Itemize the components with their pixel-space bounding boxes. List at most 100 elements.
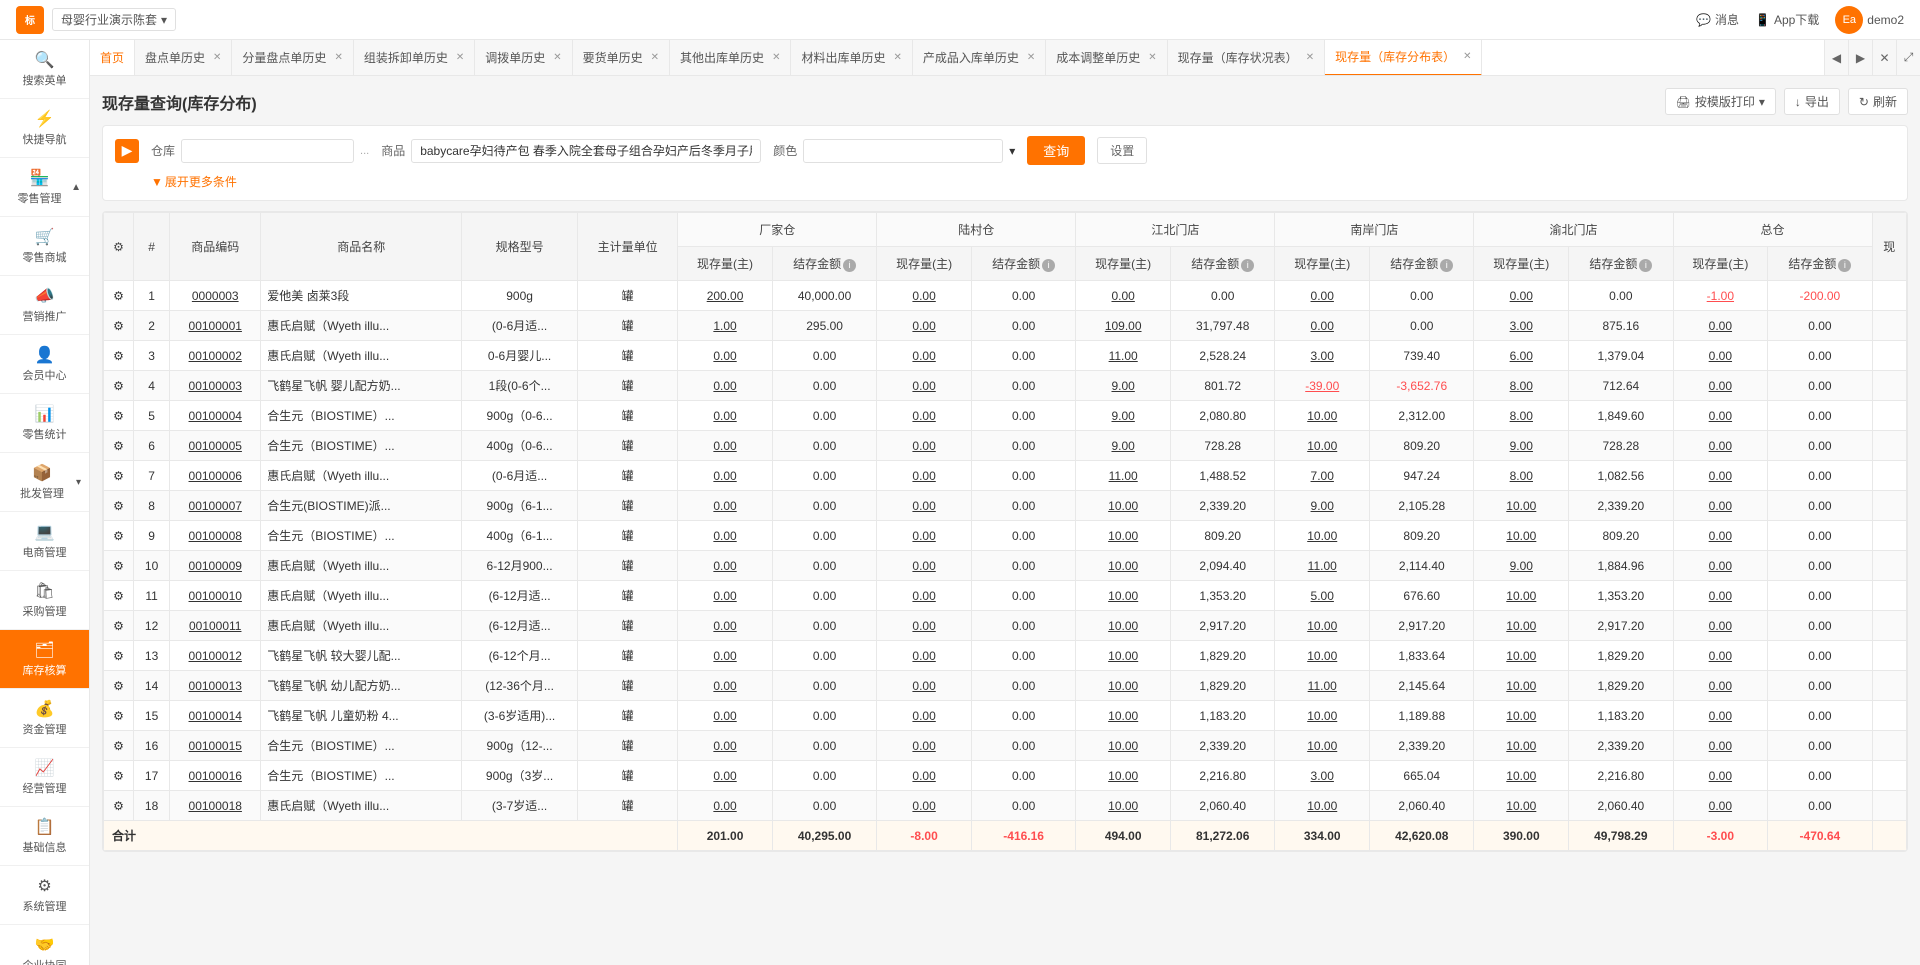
cell-jb-qty[interactable]: 10.00: [1076, 791, 1171, 821]
cell-jb-qty[interactable]: 10.00: [1076, 701, 1171, 731]
cell-lc-qty[interactable]: 0.00: [877, 701, 972, 731]
cell-na-qty[interactable]: 10.00: [1275, 701, 1370, 731]
cell-zc-qty[interactable]: 0.00: [1673, 491, 1768, 521]
cell-code[interactable]: 00100018: [170, 791, 261, 821]
tab-7[interactable]: 材料出库单历史 ✕: [791, 40, 912, 76]
cell-settings[interactable]: ⚙: [104, 371, 134, 401]
cell-code[interactable]: 00100001: [170, 311, 261, 341]
user-menu[interactable]: Ea demo2: [1835, 6, 1904, 34]
cell-code[interactable]: 00100004: [170, 401, 261, 431]
tab-2[interactable]: 分量盘点单历史 ✕: [232, 40, 353, 76]
cell-yb-qty[interactable]: 10.00: [1474, 611, 1569, 641]
lc-amt-info[interactable]: i: [1042, 259, 1055, 272]
cell-fj-qty[interactable]: 0.00: [678, 551, 773, 581]
cell-zc-qty[interactable]: 0.00: [1673, 791, 1768, 821]
tab-6[interactable]: 其他出库单历史 ✕: [670, 40, 791, 76]
cell-jb-qty[interactable]: 10.00: [1076, 731, 1171, 761]
cell-settings[interactable]: ⚙: [104, 461, 134, 491]
cell-na-qty[interactable]: 10.00: [1275, 611, 1370, 641]
cell-zc-qty[interactable]: 0.00: [1673, 431, 1768, 461]
app-download-btn[interactable]: 📱 App下载: [1755, 11, 1819, 28]
message-btn[interactable]: 💬 消息: [1696, 11, 1739, 28]
cell-code[interactable]: 00100002: [170, 341, 261, 371]
cell-zc-qty[interactable]: 0.00: [1673, 461, 1768, 491]
cell-zc-qty[interactable]: 0.00: [1673, 371, 1768, 401]
sidebar-item-mall[interactable]: 🛒 零售商城: [0, 217, 89, 276]
cell-code[interactable]: 00100013: [170, 671, 261, 701]
cell-settings[interactable]: ⚙: [104, 551, 134, 581]
tab-nav-prev[interactable]: ◀: [1824, 40, 1848, 76]
cell-fj-qty[interactable]: 0.00: [678, 581, 773, 611]
cell-code[interactable]: 0000003: [170, 281, 261, 311]
th-settings[interactable]: ⚙: [104, 213, 134, 281]
tab-9[interactable]: 成本调整单历史 ✕: [1046, 40, 1167, 76]
cell-na-qty[interactable]: 0.00: [1275, 311, 1370, 341]
sidebar-item-finance[interactable]: 💰 资金管理: [0, 689, 89, 748]
tab-10-close[interactable]: ✕: [1306, 52, 1314, 63]
yb-amt-info[interactable]: i: [1639, 259, 1652, 272]
tab-4[interactable]: 调拨单历史 ✕: [475, 40, 572, 76]
cell-fj-qty[interactable]: 0.00: [678, 371, 773, 401]
jb-amt-info[interactable]: i: [1241, 259, 1254, 272]
tab-5-close[interactable]: ✕: [651, 52, 659, 63]
tab-home[interactable]: 首页: [90, 40, 135, 76]
cell-na-qty[interactable]: -39.00: [1275, 371, 1370, 401]
cell-jb-qty[interactable]: 9.00: [1076, 431, 1171, 461]
sidebar-item-quicknav[interactable]: ⚡ 快捷导航: [0, 99, 89, 158]
cell-yb-qty[interactable]: 9.00: [1474, 551, 1569, 581]
tab-10[interactable]: 现存量（库存状况表） ✕: [1168, 40, 1325, 76]
cell-fj-qty[interactable]: 0.00: [678, 611, 773, 641]
cell-na-qty[interactable]: 3.00: [1275, 341, 1370, 371]
cell-jb-qty[interactable]: 10.00: [1076, 761, 1171, 791]
tab-nav-next[interactable]: ▶: [1848, 40, 1872, 76]
cell-yb-qty[interactable]: 10.00: [1474, 671, 1569, 701]
tab-11[interactable]: 现存量（库存分布表） ✕: [1325, 40, 1482, 76]
cell-settings[interactable]: ⚙: [104, 671, 134, 701]
cell-code[interactable]: 00100011: [170, 611, 261, 641]
cell-lc-qty[interactable]: 0.00: [877, 731, 972, 761]
sidebar-item-basic-info[interactable]: 📋 基础信息: [0, 807, 89, 866]
cell-zc-qty[interactable]: 0.00: [1673, 671, 1768, 701]
cell-fj-qty[interactable]: 0.00: [678, 341, 773, 371]
sidebar-item-search[interactable]: 🔍 搜索英单: [0, 40, 89, 99]
tab-3-close[interactable]: ✕: [456, 52, 464, 63]
cell-lc-qty[interactable]: 0.00: [877, 371, 972, 401]
tab-5[interactable]: 要货单历史 ✕: [573, 40, 670, 76]
cell-zc-qty[interactable]: 0.00: [1673, 641, 1768, 671]
print-btn[interactable]: 🖨 按模版打印 ▾: [1665, 88, 1776, 115]
cell-code[interactable]: 00100009: [170, 551, 261, 581]
tab-4-close[interactable]: ✕: [553, 52, 561, 63]
sidebar-item-inventory[interactable]: 🗂 库存核算: [0, 630, 89, 689]
tab-3[interactable]: 组装拆卸单历史 ✕: [354, 40, 475, 76]
cell-settings[interactable]: ⚙: [104, 731, 134, 761]
cell-fj-qty[interactable]: 0.00: [678, 671, 773, 701]
cell-yb-qty[interactable]: 3.00: [1474, 311, 1569, 341]
cell-yb-qty[interactable]: 10.00: [1474, 791, 1569, 821]
cell-fj-qty[interactable]: 0.00: [678, 491, 773, 521]
cell-zc-qty[interactable]: 0.00: [1673, 761, 1768, 791]
cell-zc-qty[interactable]: 0.00: [1673, 731, 1768, 761]
sidebar-item-collab[interactable]: 🤝 企业协同: [0, 925, 89, 965]
sidebar-item-retail-mgmt[interactable]: 🏪 零售管理 ▲: [0, 158, 89, 217]
cell-jb-qty[interactable]: 10.00: [1076, 611, 1171, 641]
sidebar-item-purchase[interactable]: 🛍 采购管理: [0, 571, 89, 630]
refresh-btn[interactable]: ↻ 刷新: [1848, 88, 1908, 115]
cell-jb-qty[interactable]: 10.00: [1076, 641, 1171, 671]
cell-yb-qty[interactable]: 0.00: [1474, 281, 1569, 311]
na-amt-info[interactable]: i: [1440, 259, 1453, 272]
tab-9-close[interactable]: ✕: [1148, 52, 1156, 63]
cell-yb-qty[interactable]: 10.00: [1474, 701, 1569, 731]
warehouse-input[interactable]: [181, 139, 354, 163]
cell-na-qty[interactable]: 10.00: [1275, 431, 1370, 461]
cell-na-qty[interactable]: 5.00: [1275, 581, 1370, 611]
fj-amt-info[interactable]: i: [843, 259, 856, 272]
cell-zc-qty[interactable]: 0.00: [1673, 311, 1768, 341]
cell-jb-qty[interactable]: 10.00: [1076, 551, 1171, 581]
cell-yb-qty[interactable]: 6.00: [1474, 341, 1569, 371]
cell-yb-qty[interactable]: 8.00: [1474, 461, 1569, 491]
cell-jb-qty[interactable]: 0.00: [1076, 281, 1171, 311]
settings-btn[interactable]: 设置: [1097, 137, 1147, 164]
sidebar-item-wholesale[interactable]: 📦 批发管理 ▾: [0, 453, 89, 512]
cell-yb-qty[interactable]: 10.00: [1474, 731, 1569, 761]
store-selector[interactable]: 母婴行业演示陈套 ▾: [52, 8, 176, 31]
